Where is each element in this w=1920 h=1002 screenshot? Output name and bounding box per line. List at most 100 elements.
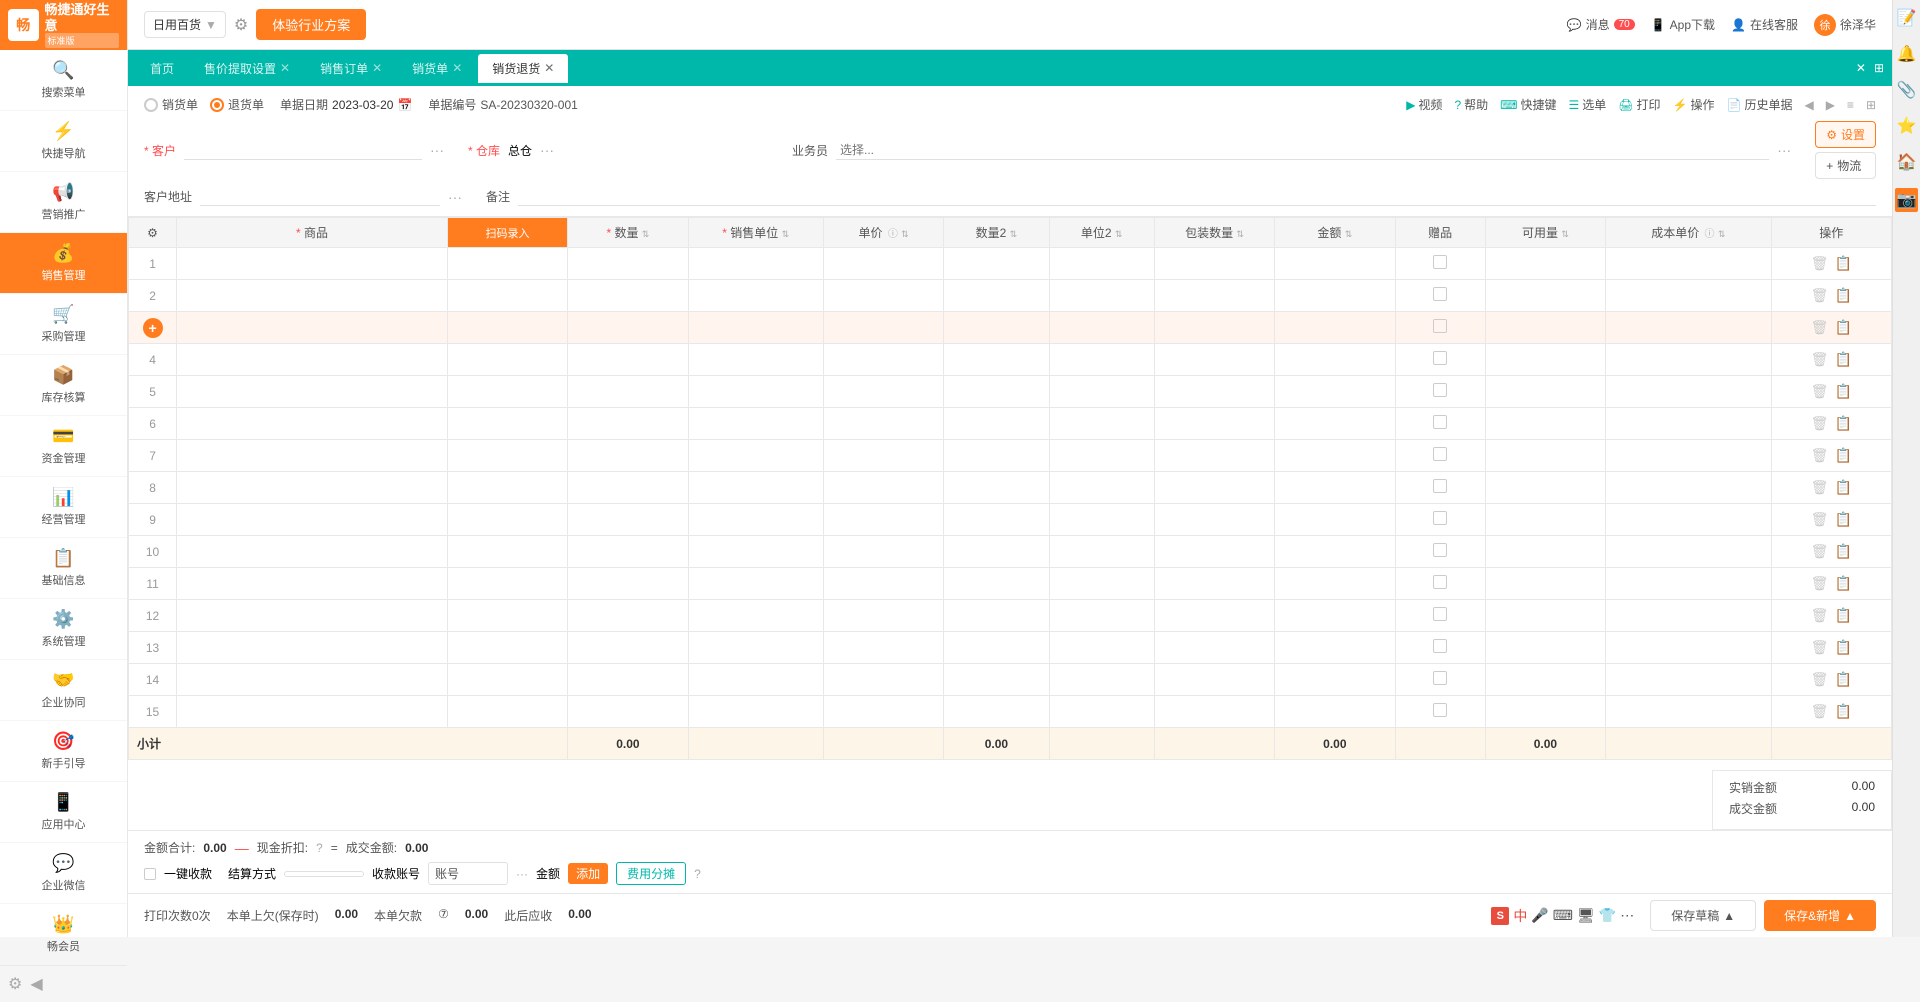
amount-cell-2[interactable] [1275,280,1395,312]
price-cell-5[interactable] [823,376,943,408]
copy-icon-9[interactable]: 📋 [1834,511,1851,528]
quantity-cell-3[interactable] [568,312,688,344]
qty2-cell-15[interactable] [944,696,1049,728]
toolbar-operations[interactable]: ⚡ 操作 [1673,96,1715,113]
rp-edit-icon[interactable]: 📝 [1897,8,1917,28]
sales-unit-cell-12[interactable] [688,600,823,632]
delete-icon-14[interactable]: 🗑 [1811,671,1829,688]
rp-bell-icon[interactable]: 🔔 [1897,44,1917,64]
price-cell-3[interactable] [823,312,943,344]
unit2-cell-13[interactable] [1049,632,1154,664]
copy-icon-1[interactable]: 📋 [1834,255,1851,272]
qty2-cell-3[interactable] [944,312,1049,344]
sidebar-item-search[interactable]: 🔍 搜索菜单 [0,50,127,111]
product-cell-7[interactable] [177,440,448,472]
product-cell-9[interactable] [177,504,448,536]
product-input-2[interactable] [181,289,443,303]
product-input-12[interactable] [181,609,443,623]
toolbar-history[interactable]: 📄 历史单据 [1726,96,1792,113]
product-cell-8[interactable] [177,472,448,504]
tab-sales-order[interactable]: 销售订单✕ [306,54,396,83]
toolbar-china-icon[interactable]: 中 [1513,906,1527,926]
unit2-cell-14[interactable] [1049,664,1154,696]
unit2-cell-8[interactable] [1049,472,1154,504]
salesperson-dots-btn[interactable]: ··· [1777,142,1791,158]
product-cell-11[interactable] [177,568,448,600]
unit2-cell-4[interactable] [1049,344,1154,376]
gift-checkbox-13[interactable] [1433,639,1447,653]
copy-icon-11[interactable]: 📋 [1834,575,1851,592]
gift-cell-3[interactable] [1395,312,1485,344]
sales-unit-cell-4[interactable] [688,344,823,376]
qty2-cell-8[interactable] [944,472,1049,504]
app-download-item[interactable]: 📱 App下载 [1651,16,1715,33]
logistics-btn[interactable]: + 物流 [1815,152,1876,179]
product-input-11[interactable] [181,577,443,591]
delete-icon-4[interactable]: 🗑 [1811,351,1829,368]
unit2-cell-15[interactable] [1049,696,1154,728]
expense-btn[interactable]: 费用分摊 [616,862,686,885]
qty2-cell-5[interactable] [944,376,1049,408]
delete-icon-6[interactable]: 🗑 [1811,415,1829,432]
experience-btn[interactable]: 体验行业方案 [256,9,366,40]
price-cell-12[interactable] [823,600,943,632]
toolbar-print[interactable]: 🖨 打印 [1618,96,1660,113]
gift-checkbox-10[interactable] [1433,543,1447,557]
copy-icon-10[interactable]: 📋 [1834,543,1851,560]
product-cell-13[interactable] [177,632,448,664]
delete-icon-3[interactable]: 🗑 [1811,319,1829,336]
customer-input[interactable] [184,141,422,160]
gift-cell-6[interactable] [1395,408,1485,440]
gift-cell-1[interactable] [1395,248,1485,280]
quantity-cell-12[interactable] [568,600,688,632]
gift-checkbox-9[interactable] [1433,511,1447,525]
quantity-cell-6[interactable] [568,408,688,440]
copy-icon-3[interactable]: 📋 [1834,319,1851,336]
sidebar-item-inventory[interactable]: 📦 库存核算 [0,355,127,416]
price-cell-4[interactable] [823,344,943,376]
sales-unit-cell-7[interactable] [688,440,823,472]
price-cell-1[interactable] [823,248,943,280]
product-input-10[interactable] [181,545,443,559]
quantity-cell-13[interactable] [568,632,688,664]
account-select[interactable]: 账号 [428,862,508,885]
copy-icon-2[interactable]: 📋 [1834,287,1851,304]
amount-cell-6[interactable] [1275,408,1395,440]
pkg-cell-13[interactable] [1154,632,1274,664]
product-input-5[interactable] [181,385,443,399]
delete-icon-2[interactable]: 🗑 [1811,287,1829,304]
price-cell-7[interactable] [823,440,943,472]
gift-cell-11[interactable] [1395,568,1485,600]
product-cell-3[interactable] [177,312,448,344]
gift-checkbox-8[interactable] [1433,479,1447,493]
pkg-cell-3[interactable] [1154,312,1274,344]
qty2-cell-6[interactable] [944,408,1049,440]
nav-next-icon[interactable]: ▶ [1826,98,1835,112]
message-item[interactable]: 💬 消息 70 [1567,16,1635,33]
col-scan-header[interactable]: 扫码录入 [447,218,567,248]
sidebar-item-shortcut[interactable]: ⚡ 快捷导航 [0,111,127,172]
copy-icon-7[interactable]: 📋 [1834,447,1851,464]
copy-icon-13[interactable]: 📋 [1834,639,1851,656]
quantity-cell-1[interactable] [568,248,688,280]
sidebar-item-apps[interactable]: 📱 应用中心 [0,782,127,843]
tab-close-price-set[interactable]: ✕ [280,61,290,75]
price-cell-13[interactable] [823,632,943,664]
price-cell-11[interactable] [823,568,943,600]
sales-unit-cell-3[interactable] [688,312,823,344]
tab-close-sales-order[interactable]: ✕ [372,61,382,75]
quantity-cell-8[interactable] [568,472,688,504]
product-cell-12[interactable] [177,600,448,632]
qty2-cell-1[interactable] [944,248,1049,280]
delete-icon-8[interactable]: 🗑 [1811,479,1829,496]
toolbar-s-icon[interactable]: S [1491,907,1509,925]
qty2-cell-11[interactable] [944,568,1049,600]
rp-star-icon[interactable]: ⭐ [1897,116,1917,136]
copy-icon-12[interactable]: 📋 [1834,607,1851,624]
add-row-btn[interactable]: + [143,318,163,338]
sidebar-item-member[interactable]: 👑 畅会员 [0,904,127,965]
toolbar-help[interactable]: ? 帮助 [1454,96,1488,113]
sidebar-item-purchase[interactable]: 🛒 采购管理 [0,294,127,355]
toolbar-mic-icon[interactable]: 🎤 [1531,907,1548,924]
tab-price-set[interactable]: 售价提取设置✕ [190,54,304,83]
